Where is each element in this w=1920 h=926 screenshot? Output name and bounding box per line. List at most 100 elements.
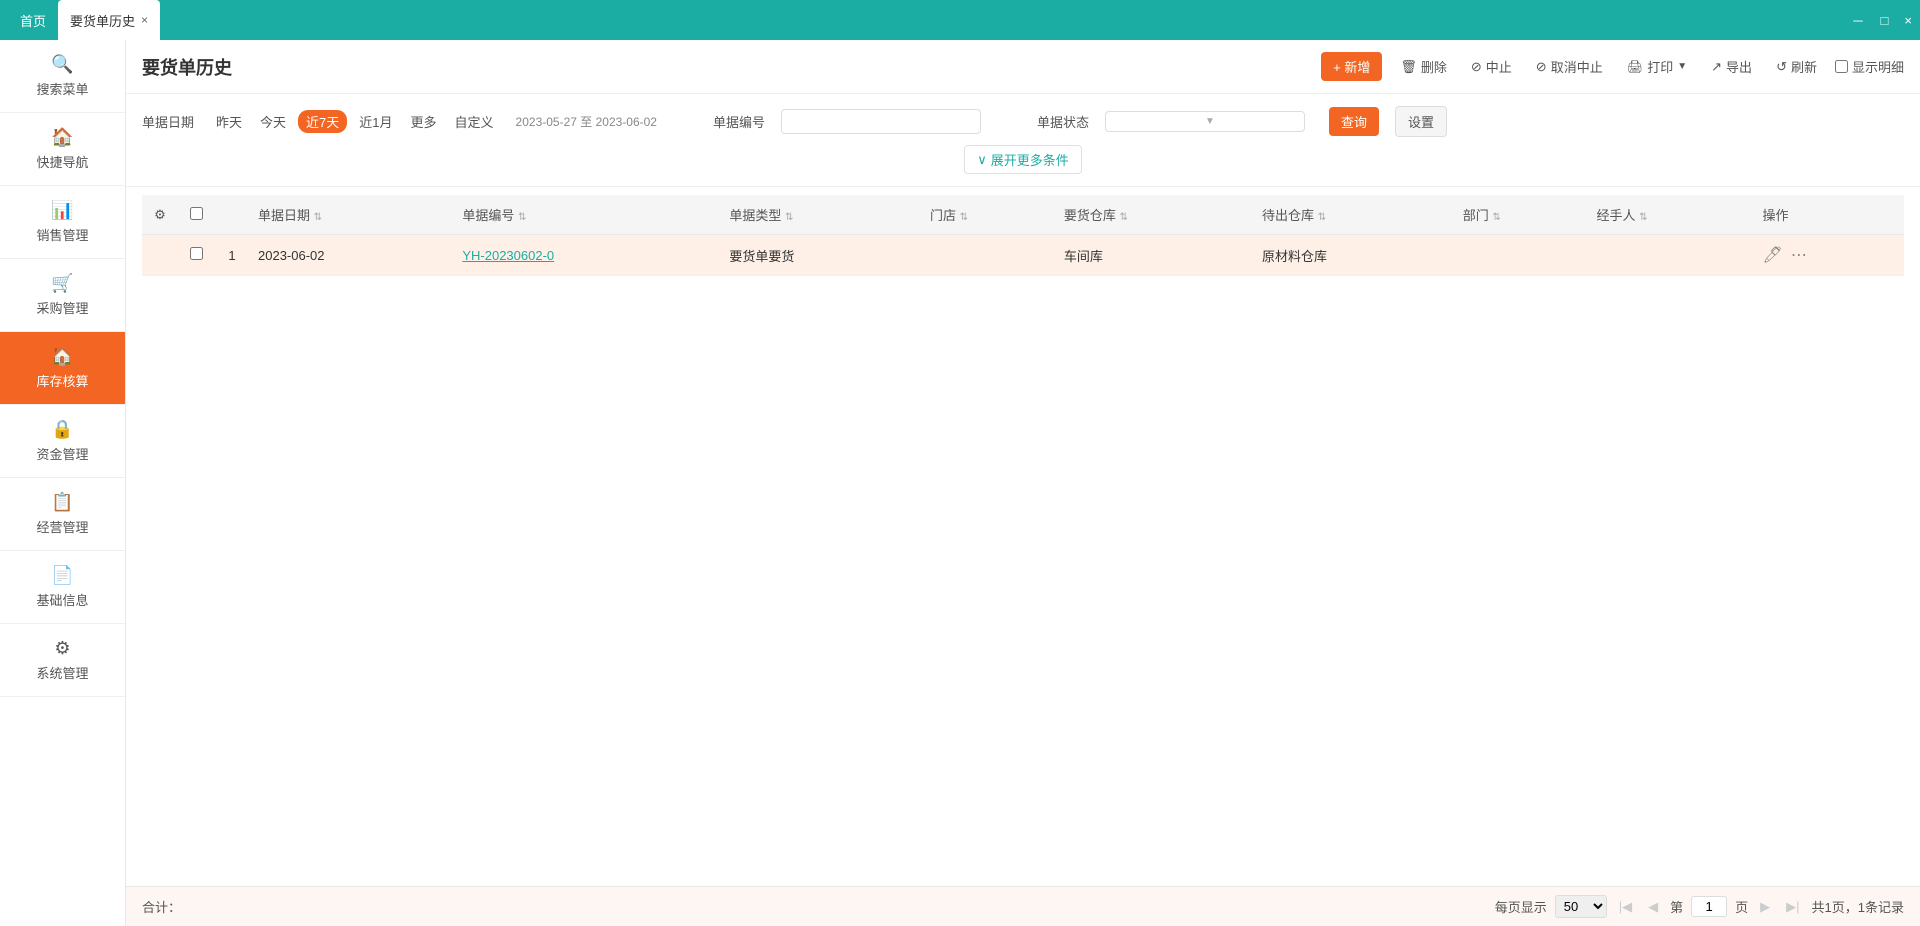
th-department-label: 部门 xyxy=(1463,208,1489,223)
row-actions: 🖊 ⋯ xyxy=(1763,245,1896,265)
next-page-btn[interactable]: ▶ xyxy=(1756,897,1774,917)
top-bar: 首页 要货单历史 × － □ × xyxy=(0,0,1920,40)
content-area: 要货单历史 + 新增 🗑 删除 ⊘ 中止 ⊘ 取消中止 🖨 xyxy=(126,40,1920,926)
sidebar-item-operations[interactable]: 📋 经营管理 xyxy=(0,478,125,551)
expand-row: ∨ 展开更多条件 xyxy=(142,145,1904,174)
row-doc-no-link[interactable]: YH-20230602-0 xyxy=(462,248,554,263)
th-doc-date-label: 单据日期 xyxy=(258,208,310,223)
query-button[interactable]: 查询 xyxy=(1329,107,1379,136)
delete-button[interactable]: 🗑 删除 xyxy=(1394,53,1453,80)
date-opt-yesterday[interactable]: 昨天 xyxy=(210,110,248,133)
td-doc-no: YH-20230602-0 xyxy=(454,235,721,276)
row-pending-warehouse: 原材料仓库 xyxy=(1262,249,1327,264)
sidebar-item-search[interactable]: 🔍 搜索菜单 xyxy=(0,40,125,113)
page-header: 要货单历史 + 新增 🗑 删除 ⊘ 中止 ⊘ 取消中止 🖨 xyxy=(126,40,1920,94)
tab-yaohuodan-label: 要货单历史 xyxy=(70,11,135,30)
tab-home[interactable]: 首页 xyxy=(8,0,58,40)
sales-icon: 📊 xyxy=(51,200,73,221)
sidebar-item-operations-label: 经营管理 xyxy=(36,517,88,536)
row-edit-btn[interactable]: 🖊 xyxy=(1763,245,1783,265)
show-detail-input[interactable] xyxy=(1835,60,1848,73)
export-button[interactable]: ↗ 导出 xyxy=(1705,53,1758,80)
stop-button[interactable]: ⊘ 中止 xyxy=(1465,53,1518,80)
page-input[interactable] xyxy=(1691,896,1727,917)
last-page-btn[interactable]: ▶| xyxy=(1782,897,1803,917)
sort-store-icon: ⇅ xyxy=(960,212,968,223)
table-area: ⚙ 单据日期 ⇅ 单据编号 ⇅ xyxy=(126,187,1920,886)
table-row: 1 2023-06-02 YH-20230602-0 要货单要货 xyxy=(142,235,1904,276)
tab-home-label: 首页 xyxy=(20,11,46,30)
window-close-btn[interactable]: × xyxy=(1904,13,1912,28)
th-doc-type[interactable]: 单据类型 ⇅ xyxy=(721,195,922,235)
per-page-select[interactable]: 10 20 50 100 xyxy=(1555,895,1607,918)
date-opt-custom[interactable]: 自定义 xyxy=(449,110,500,133)
date-opt-today[interactable]: 今天 xyxy=(254,110,292,133)
sidebar-item-search-label: 搜索菜单 xyxy=(36,79,88,98)
sidebar-item-system[interactable]: ⚙ 系统管理 xyxy=(0,624,125,697)
sidebar-item-purchase[interactable]: 🛒 采购管理 xyxy=(0,259,125,332)
delete-icon: 🗑 xyxy=(1400,59,1417,75)
print-icon: 🖨 xyxy=(1627,59,1644,75)
refresh-icon: ↺ xyxy=(1776,59,1787,75)
sort-doc-no-icon: ⇅ xyxy=(518,212,526,223)
top-bar-right: － □ × xyxy=(1852,11,1912,30)
sidebar-item-inventory[interactable]: 🏠 库存核算 xyxy=(0,332,125,405)
per-page-label: 每页显示 xyxy=(1495,897,1547,916)
cancel-stop-button[interactable]: ⊘ 取消中止 xyxy=(1530,53,1609,80)
th-settings[interactable]: ⚙ xyxy=(142,195,178,235)
sort-handler-icon: ⇅ xyxy=(1639,212,1647,223)
th-pending-warehouse[interactable]: 待出仓库 ⇅ xyxy=(1254,195,1455,235)
query-button-label: 查询 xyxy=(1341,112,1367,131)
sidebar-item-basic-info[interactable]: 📄 基础信息 xyxy=(0,551,125,624)
doc-no-filter-label: 单据编号 xyxy=(713,112,765,131)
date-range-text: 2023-05-27 至 2023-06-02 xyxy=(516,113,657,130)
window-maximize-btn[interactable]: □ xyxy=(1881,13,1889,28)
prev-page-btn[interactable]: ◀ xyxy=(1644,897,1662,917)
status-select[interactable]: ▼ xyxy=(1105,111,1305,132)
doc-no-input[interactable] xyxy=(781,109,981,134)
th-pending-warehouse-label: 待出仓库 xyxy=(1262,208,1314,223)
sort-pending-warehouse-icon: ⇅ xyxy=(1318,212,1326,223)
export-icon: ↗ xyxy=(1711,59,1722,75)
select-all-checkbox[interactable] xyxy=(190,207,203,220)
expand-more-btn[interactable]: ∨ 展开更多条件 xyxy=(964,145,1082,174)
system-icon: ⚙ xyxy=(54,638,70,659)
td-handler xyxy=(1589,235,1755,276)
filter-row-1: 单据日期 昨天 今天 近7天 近1月 更多 自定义 2023-05-27 至 2… xyxy=(142,106,1904,137)
tab-yaohuodan[interactable]: 要货单历史 × xyxy=(58,0,160,40)
print-button[interactable]: 🖨 打印 ▼ xyxy=(1621,53,1693,80)
sidebar-item-finance[interactable]: 🔒 资金管理 xyxy=(0,405,125,478)
sidebar-item-sales[interactable]: 📊 销售管理 xyxy=(0,186,125,259)
settings-filter-label: 设置 xyxy=(1408,112,1434,131)
td-doc-date: 2023-06-02 xyxy=(250,235,454,276)
sidebar-item-quick-nav[interactable]: 🏠 快捷导航 xyxy=(0,113,125,186)
page-title: 要货单历史 xyxy=(142,54,1321,80)
th-handler[interactable]: 经手人 ⇅ xyxy=(1589,195,1755,235)
td-action: 🖊 ⋯ xyxy=(1755,235,1904,276)
settings-filter-button[interactable]: 设置 xyxy=(1395,106,1447,137)
total-label: 合计： xyxy=(142,897,181,916)
row-checkbox[interactable] xyxy=(190,247,203,260)
new-button[interactable]: + 新增 xyxy=(1321,52,1382,81)
row-more-btn[interactable]: ⋯ xyxy=(1791,245,1807,265)
row-num: 1 xyxy=(228,248,235,263)
date-opt-more[interactable]: 更多 xyxy=(405,110,443,133)
th-doc-date[interactable]: 单据日期 ⇅ xyxy=(250,195,454,235)
sort-req-warehouse-icon: ⇅ xyxy=(1119,212,1127,223)
refresh-button[interactable]: ↺ 刷新 xyxy=(1770,53,1823,80)
date-opt-1month[interactable]: 近1月 xyxy=(353,110,398,133)
refresh-button-label: 刷新 xyxy=(1791,57,1817,76)
th-doc-no[interactable]: 单据编号 ⇅ xyxy=(454,195,721,235)
th-department[interactable]: 部门 ⇅ xyxy=(1455,195,1589,235)
date-opt-7days[interactable]: 近7天 xyxy=(298,110,347,133)
th-checkbox xyxy=(178,195,214,235)
th-doc-type-label: 单据类型 xyxy=(729,208,781,223)
th-req-warehouse[interactable]: 要货仓库 ⇅ xyxy=(1056,195,1254,235)
th-store[interactable]: 门店 ⇅ xyxy=(922,195,1056,235)
first-page-btn[interactable]: |◀ xyxy=(1615,897,1636,917)
table-settings-icon[interactable]: ⚙ xyxy=(154,207,166,222)
window-minimize-btn[interactable]: － xyxy=(1852,11,1865,30)
show-detail-checkbox[interactable]: 显示明细 xyxy=(1835,57,1904,76)
finance-icon: 🔒 xyxy=(51,419,73,440)
tab-close-icon[interactable]: × xyxy=(141,13,148,27)
